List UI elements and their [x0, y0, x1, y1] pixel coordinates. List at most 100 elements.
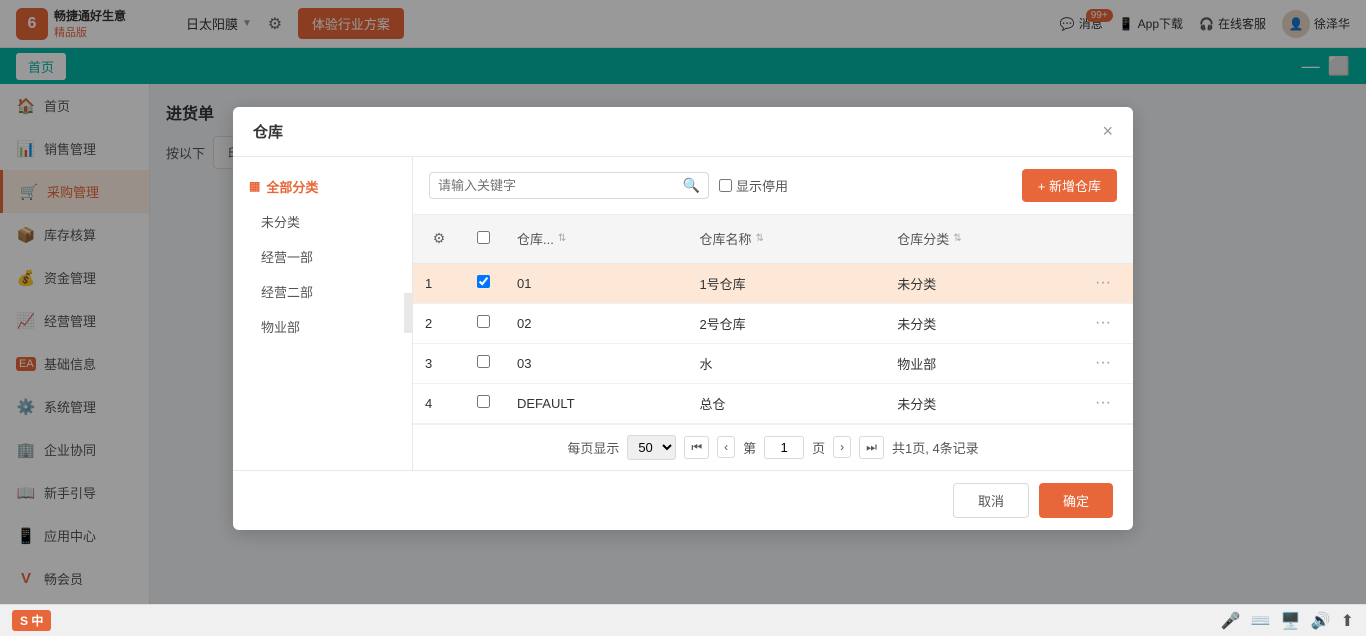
cell-index: 1: [413, 263, 465, 303]
cell-code: 01: [505, 263, 687, 303]
modal-pagination: 每页显示 50 ⏮ ‹ 第 1 页 › ⏭ 共1页, 4条记录: [413, 424, 1133, 470]
modal-footer: 取消 确定: [233, 470, 1133, 530]
cell-checkbox[interactable]: [465, 343, 505, 383]
cell-more[interactable]: ···: [1083, 383, 1133, 423]
sidebar-collapse-button[interactable]: 《: [404, 293, 413, 333]
warehouse-modal: 仓库 × ▦ 全部分类 未分类 经营一部 经营二部 物业部 《: [233, 107, 1133, 530]
cell-checkbox[interactable]: [465, 303, 505, 343]
volume-icon[interactable]: 🔊: [1311, 611, 1331, 631]
select-all-checkbox[interactable]: [477, 231, 490, 244]
mic-icon[interactable]: 🎤: [1221, 611, 1241, 631]
cell-more[interactable]: ···: [1083, 303, 1133, 343]
table-body: 1 01 1号仓库 未分类 ··· 2 02 2号仓库 未分类 ··· 3 03…: [413, 263, 1133, 423]
confirm-button[interactable]: 确定: [1039, 483, 1113, 518]
modal-header: 仓库 ×: [233, 107, 1133, 157]
cell-category: 未分类: [885, 383, 1083, 423]
total-label: 共1页, 4条记录: [892, 438, 979, 457]
cell-checkbox[interactable]: [465, 383, 505, 423]
search-input[interactable]: [438, 178, 677, 193]
th-category: 仓库分类 ⇅: [885, 215, 1083, 264]
th-checkbox: [465, 215, 505, 264]
row-checkbox[interactable]: [477, 395, 490, 408]
per-page-select[interactable]: 50: [627, 435, 676, 460]
row-checkbox[interactable]: [477, 355, 490, 368]
page-label: 页: [812, 438, 825, 457]
per-page-label: 每页显示: [567, 438, 619, 457]
cell-code: DEFAULT: [505, 383, 687, 423]
cell-code: 03: [505, 343, 687, 383]
show-disabled-checkbox-label[interactable]: 显示停用: [719, 176, 788, 195]
row-more-icon[interactable]: ···: [1095, 314, 1111, 331]
modal-toolbar: 🔍 显示停用 + 新增仓库: [413, 157, 1133, 215]
page-input[interactable]: 1: [764, 436, 804, 459]
cell-index: 2: [413, 303, 465, 343]
modal-sidebar-title: 全部分类: [266, 177, 318, 196]
table-row[interactable]: 1 01 1号仓库 未分类 ···: [413, 263, 1133, 303]
th-code: 仓库... ⇅: [505, 215, 687, 264]
cell-name: 2号仓库: [687, 303, 885, 343]
cell-code: 02: [505, 303, 687, 343]
last-page-button[interactable]: ⏭: [859, 436, 884, 459]
th-name: 仓库名称 ⇅: [687, 215, 885, 264]
table-row[interactable]: 4 DEFAULT 总仓 未分类 ···: [413, 383, 1133, 423]
th-category-label: 仓库分类: [897, 229, 949, 248]
first-page-button[interactable]: ⏮: [684, 436, 709, 459]
grid-icon: ▦: [249, 179, 260, 193]
modal-sidebar-item-property[interactable]: 物业部: [233, 309, 412, 344]
th-name-label: 仓库名称: [699, 229, 751, 248]
modal-title: 仓库: [253, 121, 283, 142]
next-page-button[interactable]: ›: [833, 436, 851, 458]
show-disabled-checkbox[interactable]: [719, 179, 732, 192]
cancel-button[interactable]: 取消: [953, 483, 1029, 518]
modal-body: ▦ 全部分类 未分类 经营一部 经营二部 物业部 《 🔍: [233, 157, 1133, 470]
modal-sidebar-item-dept1[interactable]: 经营一部: [233, 239, 412, 274]
display-icon[interactable]: 🖥️: [1281, 611, 1301, 631]
gear-settings-icon[interactable]: ⚙: [425, 225, 453, 253]
cell-name: 1号仓库: [687, 263, 885, 303]
modal-overlay: 仓库 × ▦ 全部分类 未分类 经营一部 经营二部 物业部 《: [0, 0, 1366, 636]
keyboard-icon[interactable]: ⌨️: [1251, 611, 1271, 631]
bottom-bar: S 中 🎤 ⌨️ 🖥️ 🔊 ⬆: [0, 604, 1366, 636]
sort-icon-code: ⇅: [558, 233, 566, 244]
cell-name: 水: [687, 343, 885, 383]
cell-category: 未分类: [885, 303, 1083, 343]
modal-sidebar-item-dept2[interactable]: 经营二部: [233, 274, 412, 309]
cell-more[interactable]: ···: [1083, 263, 1133, 303]
cell-category: 物业部: [885, 343, 1083, 383]
search-icon[interactable]: 🔍: [683, 177, 700, 194]
table-row[interactable]: 2 02 2号仓库 未分类 ···: [413, 303, 1133, 343]
warehouse-table-wrap: ⚙ 仓库... ⇅: [413, 215, 1133, 424]
row-checkbox[interactable]: [477, 315, 490, 328]
cell-index: 4: [413, 383, 465, 423]
sort-icon-category: ⇅: [953, 233, 961, 244]
row-more-icon[interactable]: ···: [1095, 394, 1111, 411]
table-header-row: ⚙ 仓库... ⇅: [413, 215, 1133, 264]
th-settings: ⚙: [413, 215, 465, 264]
th-actions: [1083, 215, 1133, 264]
cell-checkbox[interactable]: [465, 263, 505, 303]
th-code-label: 仓库...: [517, 229, 554, 248]
cell-name: 总仓: [687, 383, 885, 423]
modal-sidebar: ▦ 全部分类 未分类 经营一部 经营二部 物业部 《: [233, 157, 413, 470]
modal-sidebar-item-unclassified[interactable]: 未分类: [233, 204, 412, 239]
cell-index: 3: [413, 343, 465, 383]
sort-icon-name: ⇅: [755, 233, 763, 244]
add-warehouse-button[interactable]: + 新增仓库: [1022, 169, 1117, 202]
modal-close-button[interactable]: ×: [1102, 121, 1113, 142]
table-row[interactable]: 3 03 水 物业部 ···: [413, 343, 1133, 383]
row-more-icon[interactable]: ···: [1095, 274, 1111, 291]
modal-main: 🔍 显示停用 + 新增仓库 ⚙: [413, 157, 1133, 470]
cell-more[interactable]: ···: [1083, 343, 1133, 383]
bottom-icons: 🎤 ⌨️ 🖥️ 🔊 ⬆: [1221, 611, 1354, 631]
page-label-pre: 第: [743, 438, 756, 457]
prev-page-button[interactable]: ‹: [717, 436, 735, 458]
bottom-logo: S 中: [12, 610, 51, 631]
warehouse-table: ⚙ 仓库... ⇅: [413, 215, 1133, 424]
upload-icon[interactable]: ⬆: [1341, 611, 1354, 631]
row-checkbox[interactable]: [477, 275, 490, 288]
cell-category: 未分类: [885, 263, 1083, 303]
row-more-icon[interactable]: ···: [1095, 354, 1111, 371]
modal-sidebar-header[interactable]: ▦ 全部分类: [233, 169, 412, 204]
modal-search-box[interactable]: 🔍: [429, 172, 709, 199]
show-disabled-label: 显示停用: [736, 176, 788, 195]
